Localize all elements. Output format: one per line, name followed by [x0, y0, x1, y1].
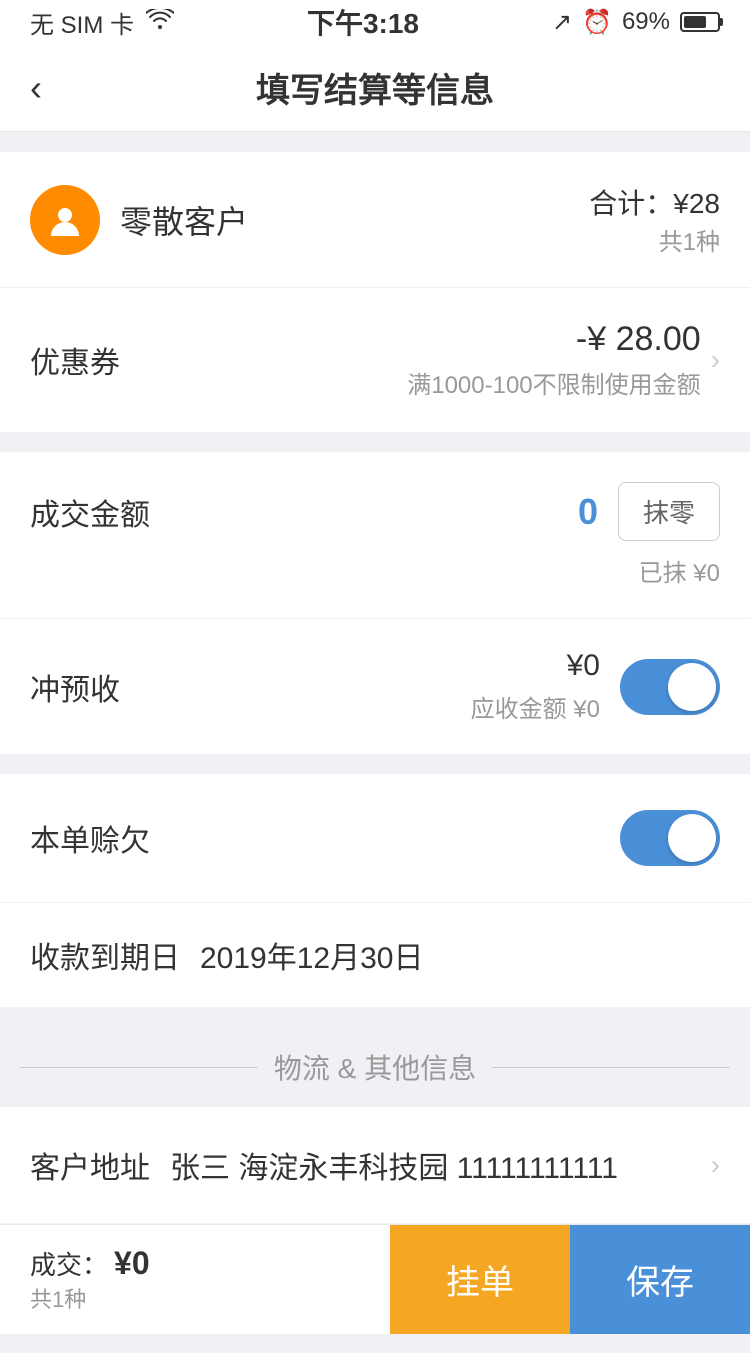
- battery-icon: [680, 12, 720, 32]
- prepay-toggle[interactable]: [620, 659, 720, 715]
- deal-amount-row: 成交金额 0 抹零: [30, 482, 720, 541]
- deal-sub-text: 已抹 ¥0: [30, 553, 720, 588]
- carrier-text: 无 SIM 卡: [30, 5, 134, 40]
- coupon-discount-amount: -¥ 28.00: [407, 320, 700, 359]
- coupon-label: 优惠券: [30, 338, 120, 382]
- logistics-line-left: [20, 1067, 258, 1068]
- credit-label: 本单赊欠: [30, 816, 150, 860]
- toggle-knob: [668, 663, 716, 711]
- deal-amount-value-box: 0 抹零: [578, 482, 720, 541]
- footer-deal-count: 共1种: [30, 1282, 360, 1314]
- coupon-chevron-icon: ›: [711, 344, 720, 376]
- address-row[interactable]: 客户地址 张三 海淀永丰科技园 11111111111 ›: [0, 1107, 750, 1223]
- address-label: 客户地址: [30, 1143, 150, 1187]
- coupon-row[interactable]: 优惠券 -¥ 28.00 满1000-100不限制使用金额 ›: [0, 287, 750, 432]
- footer-deal-label: 成交：: [30, 1245, 108, 1282]
- prepay-label: 冲预收: [30, 665, 120, 709]
- wifi-icon: [146, 8, 174, 36]
- content-area: 零散客户 合计：¥28 共1种 优惠券 -¥ 28.00 满1000-100不限…: [0, 152, 750, 1353]
- logistics-label: 物流 & 其他信息: [274, 1047, 476, 1087]
- status-left: 无 SIM 卡: [30, 5, 174, 40]
- customer-name: 零散客户: [120, 197, 248, 243]
- status-bar: 无 SIM 卡 下午3:18 ↗ ⏰ 69%: [0, 0, 750, 44]
- footer-deal-info: 成交： ¥0 共1种: [0, 1225, 390, 1334]
- bottom-footer: 成交： ¥0 共1种 挂单 保存: [0, 1224, 750, 1334]
- hold-order-button[interactable]: 挂单: [390, 1225, 570, 1334]
- due-date-row: 收款到期日 2019年12月30日: [0, 902, 750, 1007]
- customer-left: 零散客户: [30, 185, 248, 255]
- credit-toggle-knob: [668, 814, 716, 862]
- credit-card: 本单赊欠 收款到期日 2019年12月30日: [0, 774, 750, 1007]
- total-amount-label: 合计：¥28: [589, 182, 720, 222]
- prepay-row: 冲预收 ¥0 应收金额 ¥0: [0, 618, 750, 754]
- status-right: ↗ ⏰ 69%: [552, 8, 720, 37]
- save-button[interactable]: 保存: [570, 1225, 750, 1334]
- deal-card: 成交金额 0 抹零 已抹 ¥0 冲预收 ¥0 应收金额 ¥0: [0, 452, 750, 754]
- address-chevron-icon: ›: [711, 1149, 720, 1181]
- battery-percent: 69%: [622, 8, 670, 36]
- deal-section: 成交金额 0 抹零 已抹 ¥0: [0, 452, 750, 618]
- customer-card: 零散客户 合计：¥28 共1种 优惠券 -¥ 28.00 满1000-100不限…: [0, 152, 750, 432]
- round-zero-button[interactable]: 抹零: [618, 482, 720, 541]
- location-icon: ↗: [552, 8, 572, 37]
- avatar: [30, 185, 100, 255]
- deal-amount-value: 0: [578, 491, 598, 533]
- page-title: 填写结算等信息: [256, 63, 494, 112]
- address-card[interactable]: 客户地址 张三 海淀永丰科技园 11111111111 ›: [0, 1107, 750, 1223]
- footer-deal-amount: ¥0: [114, 1245, 150, 1282]
- back-button[interactable]: ‹: [30, 67, 42, 109]
- due-date-label: 收款到期日: [30, 933, 180, 977]
- total-count-label: 共1种: [589, 222, 720, 257]
- prepay-value-block: ¥0 应收金额 ¥0: [471, 649, 600, 724]
- due-date-value: 2019年12月30日: [200, 933, 423, 977]
- logistics-section-header: 物流 & 其他信息: [0, 1027, 750, 1107]
- logistics-line-right: [492, 1067, 730, 1068]
- coupon-sub-text: 满1000-100不限制使用金额: [407, 365, 700, 400]
- prepay-left: 冲预收: [30, 665, 120, 709]
- coupon-value: -¥ 28.00 满1000-100不限制使用金额: [407, 320, 700, 400]
- customer-row: 零散客户 合计：¥28 共1种: [0, 152, 750, 287]
- credit-row: 本单赊欠: [0, 774, 750, 902]
- address-value: 张三 海淀永丰科技园 11111111111: [170, 1143, 701, 1187]
- customer-total: 合计：¥28 共1种: [589, 182, 720, 257]
- credit-toggle[interactable]: [620, 810, 720, 866]
- time-display: 下午3:18: [307, 2, 419, 42]
- prepay-sub-text: 应收金额 ¥0: [471, 689, 600, 724]
- nav-bar: ‹ 填写结算等信息: [0, 44, 750, 132]
- prepay-amount: ¥0: [471, 649, 600, 683]
- deal-amount-label: 成交金额: [30, 490, 150, 534]
- alarm-icon: ⏰: [582, 8, 612, 37]
